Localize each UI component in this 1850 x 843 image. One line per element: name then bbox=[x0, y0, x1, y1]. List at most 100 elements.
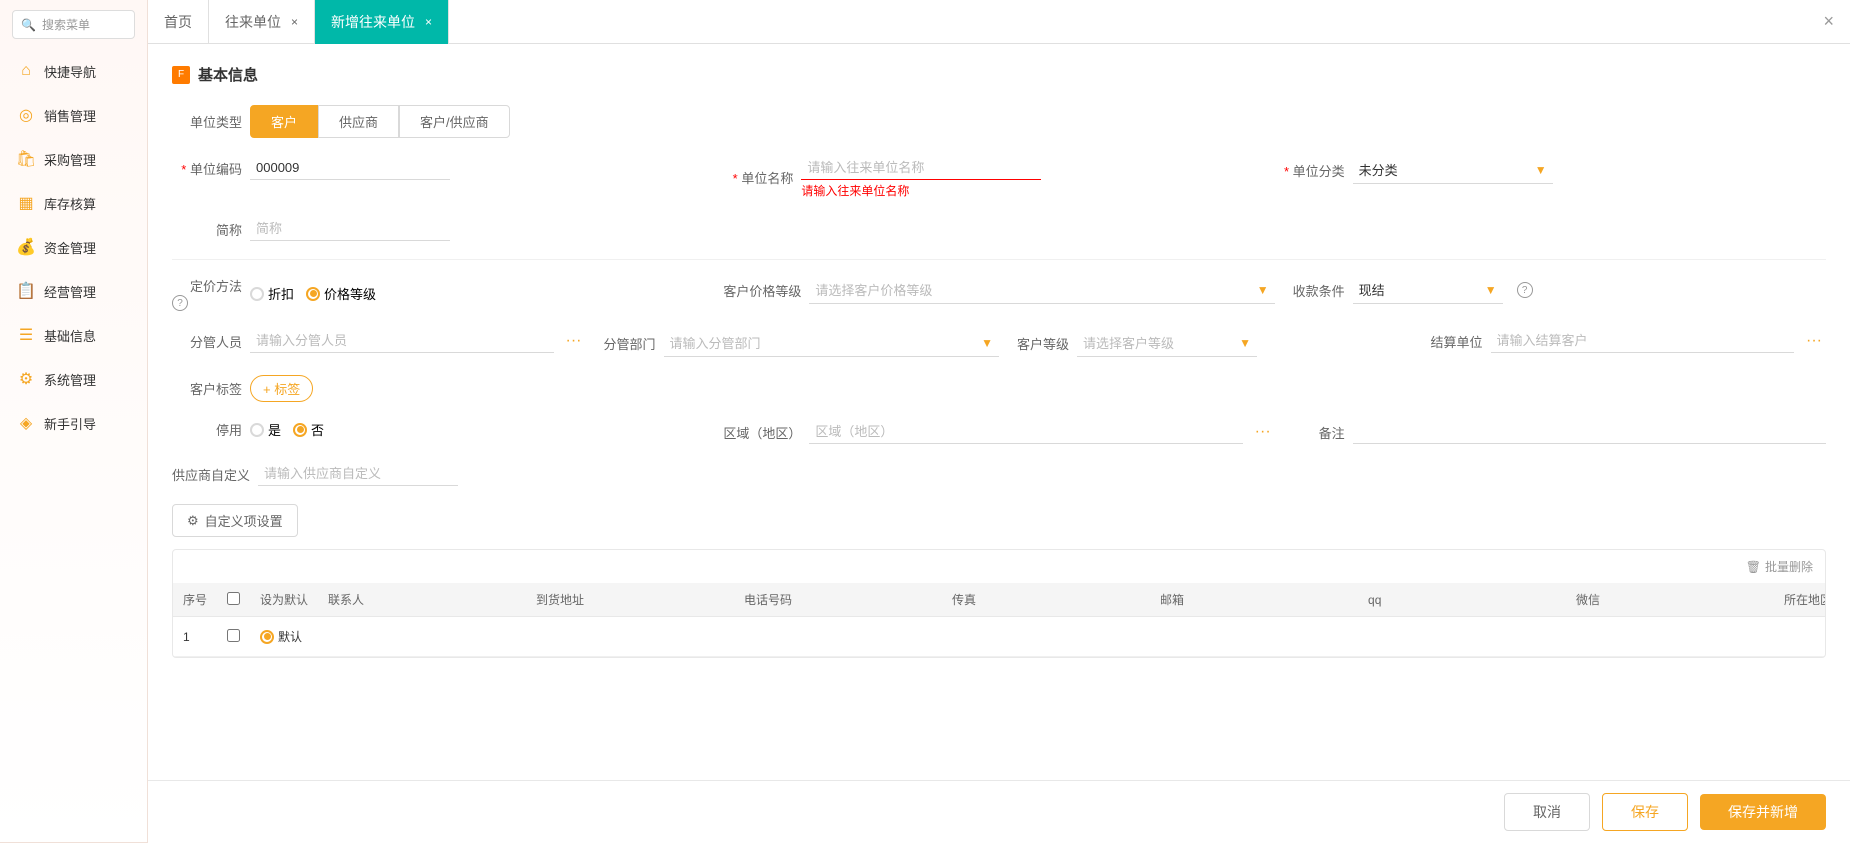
remark-label: 备注 bbox=[1275, 423, 1345, 442]
manager-more-icon[interactable]: ··· bbox=[562, 332, 586, 350]
cell-contact[interactable] bbox=[318, 617, 526, 657]
cell-wechat[interactable] bbox=[1566, 617, 1774, 657]
sidebar-item-ops[interactable]: 📋经营管理 bbox=[0, 269, 147, 313]
row-region-input[interactable] bbox=[1784, 625, 1826, 648]
remark-input[interactable] bbox=[1353, 420, 1826, 444]
default-radio-outer bbox=[260, 630, 274, 644]
close-all-button[interactable]: × bbox=[1807, 11, 1850, 32]
default-radio-item[interactable]: 默认 bbox=[260, 628, 308, 645]
sidebar-search-area[interactable]: 🔍 搜索菜单 bbox=[0, 0, 147, 49]
unit-name-with-error: 请输入往来单位名称 bbox=[801, 156, 1274, 199]
sidebar-item-purchase[interactable]: 🛍采购管理 bbox=[0, 137, 147, 181]
contact-input[interactable] bbox=[328, 625, 516, 648]
pricing-radio-label-1: 价格等级 bbox=[324, 284, 376, 303]
unit-name-field: * 单位名称 请输入往来单位名称 bbox=[723, 156, 1274, 199]
cancel-button[interactable]: 取消 bbox=[1504, 793, 1590, 831]
unit-type-btn-2[interactable]: 客户/供应商 bbox=[399, 105, 510, 138]
tab-home[interactable]: 首页 bbox=[148, 0, 209, 44]
sidebar-item-finance[interactable]: 💰资金管理 bbox=[0, 225, 147, 269]
chevron-down-icon: ▼ bbox=[981, 336, 993, 350]
unit-type-btn-0[interactable]: 客户 bbox=[250, 105, 318, 138]
qq-input[interactable] bbox=[1368, 625, 1556, 648]
pricing-radio-outer-0 bbox=[250, 287, 264, 301]
region-more-icon[interactable]: ··· bbox=[1251, 423, 1275, 441]
tab-partners[interactable]: 往来单位 × bbox=[209, 0, 315, 44]
cell-checkbox[interactable] bbox=[217, 617, 250, 657]
pricing-row: 定价方法 ? 折扣价格等级 客户价格等级 请选择客户价格等级 ▼ 收款条件 现结… bbox=[172, 276, 1826, 311]
settlement-unit-label: 结算单位 bbox=[1413, 332, 1483, 351]
address-input[interactable] bbox=[536, 625, 724, 648]
sidebar-item-quick-nav[interactable]: ⌂快捷导航 bbox=[0, 49, 147, 93]
batch-delete-label: 批量删除 bbox=[1765, 558, 1813, 575]
settlement-more-icon[interactable]: ··· bbox=[1802, 332, 1826, 350]
chevron-down-icon: ▼ bbox=[1485, 283, 1497, 297]
sidebar-icon-finance: 💰 bbox=[16, 237, 36, 257]
disable-radio-outer-1 bbox=[293, 423, 307, 437]
unit-code-input[interactable] bbox=[250, 156, 450, 180]
manager-input[interactable] bbox=[250, 329, 554, 353]
delete-icon: 🗑 bbox=[1746, 560, 1761, 574]
fax-input[interactable] bbox=[952, 625, 1140, 648]
table-header-row: 序号 设为默认 联系人 到货地址 电话号码 传真 邮箱 qq 微信 所在地区 操… bbox=[173, 583, 1826, 617]
batch-delete-button[interactable]: 🗑 批量删除 bbox=[1746, 558, 1813, 575]
payment-terms-label: 收款条件 bbox=[1275, 281, 1345, 300]
customer-price-level-select[interactable]: 请选择客户价格等级 ▼ bbox=[809, 276, 1274, 304]
row-checkbox[interactable] bbox=[227, 629, 240, 642]
tab-label-home: 首页 bbox=[164, 12, 192, 32]
save-new-button[interactable]: 保存并新增 bbox=[1700, 794, 1826, 830]
pricing-radio-item-1[interactable]: 价格等级 bbox=[306, 284, 376, 303]
sidebar-item-inventory[interactable]: ▦库存核算 bbox=[0, 181, 147, 225]
wechat-input[interactable] bbox=[1576, 625, 1764, 648]
cell-address[interactable] bbox=[526, 617, 734, 657]
cell-region[interactable] bbox=[1774, 617, 1826, 657]
disable-radio-item-1[interactable]: 否 bbox=[293, 420, 324, 439]
cell-qq[interactable] bbox=[1358, 617, 1566, 657]
sidebar-item-basic[interactable]: ☰基础信息 bbox=[0, 313, 147, 357]
phone-input[interactable] bbox=[744, 625, 932, 648]
payment-help-icon[interactable]: ? bbox=[1517, 282, 1533, 298]
unit-name-input[interactable] bbox=[801, 156, 1041, 180]
cell-email[interactable] bbox=[1150, 617, 1358, 657]
department-select[interactable]: 请输入分管部门 ▼ bbox=[664, 329, 1000, 357]
sidebar-icon-ops: 📋 bbox=[16, 281, 36, 301]
sidebar-item-guide[interactable]: ◈新手引导 bbox=[0, 401, 147, 445]
pricing-radio-inner-1 bbox=[310, 290, 317, 297]
unit-category-label: * 单位分类 bbox=[1275, 161, 1345, 180]
sidebar-label-guide: 新手引导 bbox=[44, 414, 96, 433]
region-input[interactable] bbox=[809, 420, 1242, 444]
add-tag-button[interactable]: + 标签 bbox=[250, 375, 313, 402]
email-input[interactable] bbox=[1160, 625, 1348, 648]
section-icon: F bbox=[172, 66, 190, 84]
col-checkbox[interactable] bbox=[217, 583, 250, 617]
supplier-custom-input[interactable] bbox=[258, 462, 458, 486]
short-name-input[interactable] bbox=[250, 217, 450, 241]
unit-type-field: 单位类型 客户供应商客户/供应商 bbox=[172, 105, 1826, 138]
save-button[interactable]: 保存 bbox=[1602, 793, 1688, 831]
disable-radio-item-0[interactable]: 是 bbox=[250, 420, 281, 439]
cell-fax[interactable] bbox=[942, 617, 1150, 657]
pricing-radio-item-0[interactable]: 折扣 bbox=[250, 284, 294, 303]
unit-category-select[interactable]: 未分类 ▼ bbox=[1353, 156, 1553, 184]
payment-terms-select[interactable]: 现结 ▼ bbox=[1353, 276, 1503, 304]
sidebar-label-quick-nav: 快捷导航 bbox=[44, 62, 96, 81]
cell-phone[interactable] bbox=[734, 617, 942, 657]
unit-type-row: 单位类型 客户供应商客户/供应商 bbox=[172, 105, 1826, 138]
custom-settings-button[interactable]: ⚙ 自定义项设置 bbox=[172, 504, 298, 537]
cell-seq: 1 bbox=[173, 617, 217, 657]
tab-close-partners[interactable]: × bbox=[291, 15, 298, 29]
tab-label-partners: 往来单位 bbox=[225, 12, 281, 32]
customer-level-select[interactable]: 请选择客户等级 ▼ bbox=[1077, 329, 1257, 357]
table-toolbar: 🗑 批量删除 bbox=[173, 550, 1825, 583]
col-address: 到货地址 bbox=[526, 583, 734, 617]
help-icon[interactable]: ? bbox=[172, 295, 188, 311]
sidebar-item-sales[interactable]: ◎销售管理 bbox=[0, 93, 147, 137]
tab-close-new-partner[interactable]: × bbox=[425, 15, 432, 29]
select-all-checkbox[interactable] bbox=[227, 592, 240, 605]
unit-type-btn-1[interactable]: 供应商 bbox=[318, 105, 399, 138]
sidebar-item-system[interactable]: ⚙系统管理 bbox=[0, 357, 147, 401]
tab-new-partner[interactable]: 新增往来单位 × bbox=[315, 0, 449, 44]
settlement-unit-input[interactable] bbox=[1491, 329, 1795, 353]
search-menu-box[interactable]: 🔍 搜索菜单 bbox=[12, 10, 135, 39]
sidebar-icon-sales: ◎ bbox=[16, 105, 36, 125]
tab-label-new-partner: 新增往来单位 bbox=[331, 12, 415, 32]
